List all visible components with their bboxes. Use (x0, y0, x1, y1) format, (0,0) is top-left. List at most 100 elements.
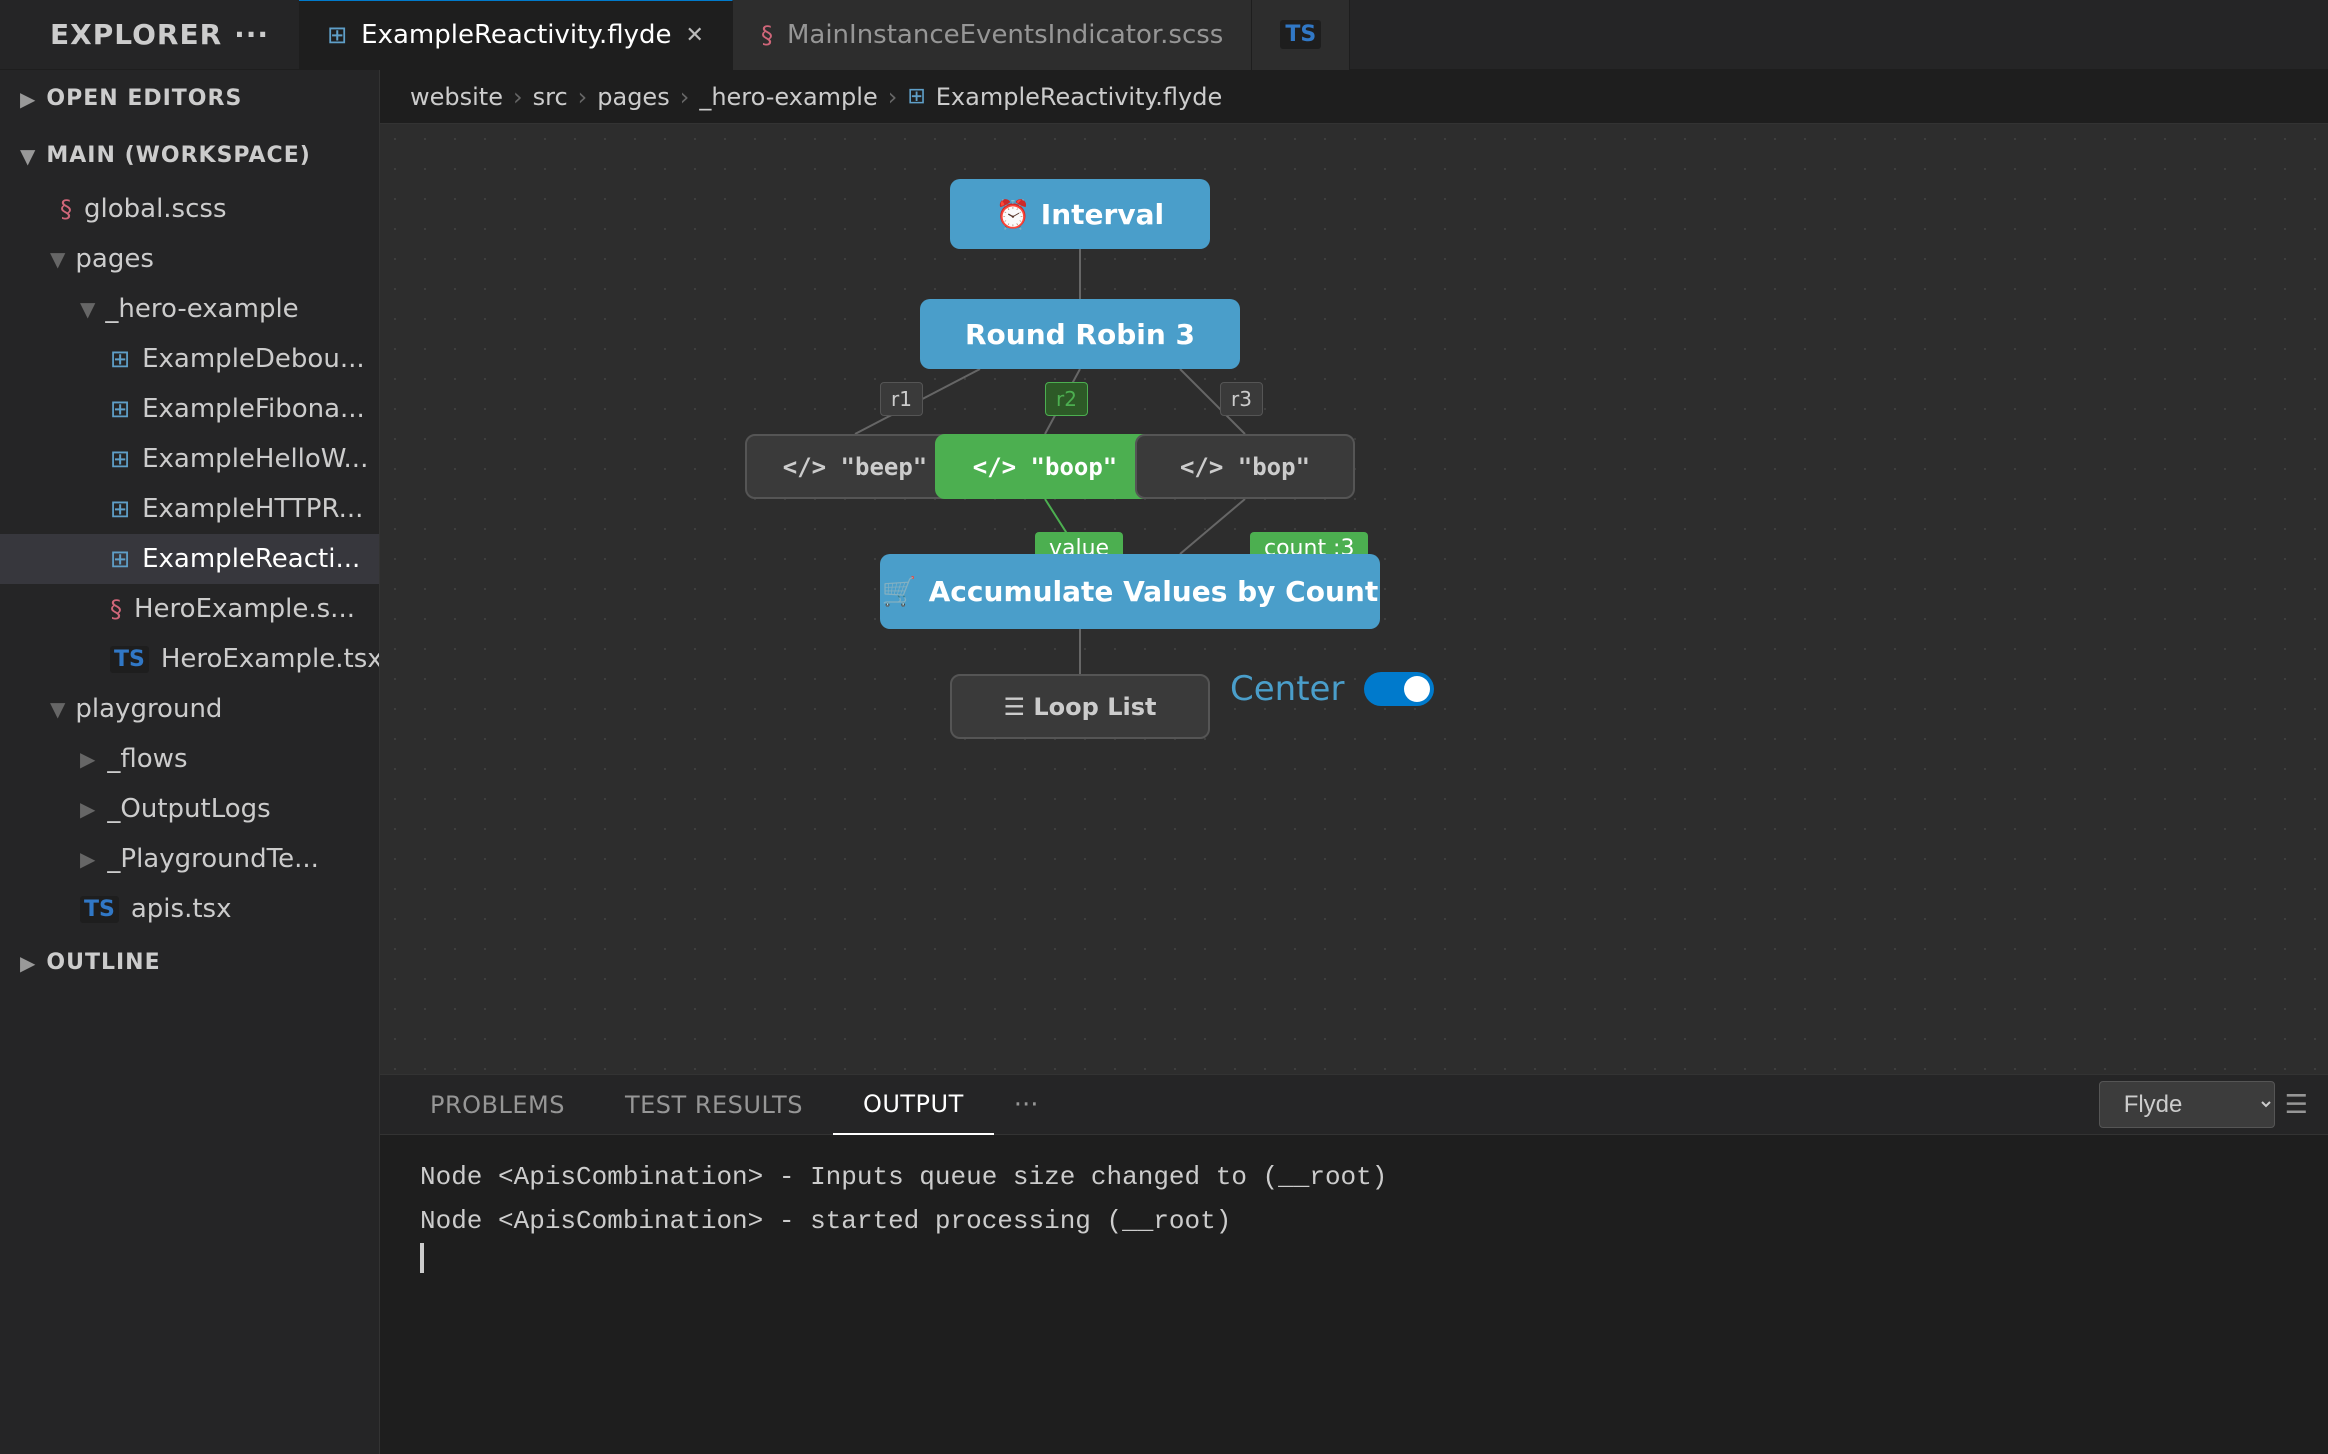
sidebar-item-pages[interactable]: ▼ pages (0, 234, 379, 284)
sidebar-item-label: ExampleDebou... (142, 344, 365, 374)
tab-main-instance[interactable]: § MainInstanceEventsIndicator.scss (733, 0, 1252, 70)
sidebar-item-label: global.scss (84, 194, 227, 224)
outline-section[interactable]: ▶ OUTLINE (0, 934, 379, 991)
bc-sep1: › (513, 83, 523, 111)
bop-label: </> "bop" (1180, 453, 1310, 481)
sidebar-item-apis-tsx[interactable]: TS apis.tsx (0, 884, 379, 934)
sidebar-item-example-hellow[interactable]: ⊞ ExampleHelloW... (0, 434, 379, 484)
sidebar-item-global-scss[interactable]: § global.scss (0, 184, 379, 234)
tab-flyde-icon: ⊞ (327, 21, 347, 49)
sidebar-item-playground[interactable]: ▼ playground (0, 684, 379, 734)
log-text-2: Node <ApisCombination> - started process… (420, 1199, 1231, 1243)
panel-more-button[interactable]: ··· (994, 1090, 1059, 1120)
tab-bar: EXPLORER ··· ⊞ ExampleReactivity.flyde ✕… (0, 0, 2328, 70)
bc-website: website (410, 83, 503, 111)
sidebar-item-flows[interactable]: ▶ _flows (0, 734, 379, 784)
sidebar-item-hero-example[interactable]: ▼ _hero-example (0, 284, 379, 334)
sidebar-item-label: ExampleFibona... (142, 394, 365, 424)
tab-example-reactivity[interactable]: ⊞ ExampleReactivity.flyde ✕ (299, 0, 733, 70)
editor-area: website › src › pages › _hero-example › … (380, 70, 2328, 1454)
sidebar: ▶ OPEN EDITORS ▼ MAIN (WORKSPACE) § glob… (0, 70, 380, 1454)
flyde-file-icon: ⊞ (110, 495, 130, 523)
node-bop[interactable]: </> "bop" (1135, 434, 1355, 499)
flyde-file-icon: ⊞ (110, 545, 130, 573)
output-source-select[interactable]: Flyde JavaScript TypeScript (2099, 1081, 2275, 1128)
tab-problems[interactable]: PROBLEMS (400, 1075, 595, 1135)
bottom-panel: PROBLEMS TEST RESULTS OUTPUT ··· Flyde J… (380, 1074, 2328, 1454)
main-content: ▶ OPEN EDITORS ▼ MAIN (WORKSPACE) § glob… (0, 70, 2328, 1454)
tab-label: ExampleReactivity.flyde (361, 20, 671, 50)
open-editors-section[interactable]: ▶ OPEN EDITORS (0, 70, 379, 127)
panel-tabs: PROBLEMS TEST RESULTS OUTPUT ··· Flyde J… (380, 1075, 2328, 1135)
flyde-file-icon: ⊞ (110, 395, 130, 423)
main-workspace-section[interactable]: ▼ MAIN (WORKSPACE) (0, 127, 379, 184)
breadcrumb: website › src › pages › _hero-example › … (380, 70, 2328, 124)
center-toggle[interactable] (1364, 672, 1434, 706)
sidebar-item-label: HeroExample.s... (134, 594, 355, 624)
bc-hero: _hero-example (699, 83, 877, 111)
open-editors-label: OPEN EDITORS (46, 86, 242, 111)
connector-r2: r2 (1045, 382, 1088, 416)
loop-list-label: ☰ Loop List (1004, 693, 1157, 721)
sidebar-item-label: ExampleHTTPR... (142, 494, 363, 524)
sidebar-item-outputlogs[interactable]: ▶ _OutputLogs (0, 784, 379, 834)
connector-r3: r3 (1220, 382, 1263, 416)
playground-arrow: ▼ (50, 697, 65, 721)
node-round-robin[interactable]: Round Robin 3 (920, 299, 1240, 369)
tab-ts-icon: TS (1280, 20, 1321, 49)
outline-arrow: ▶ (20, 951, 36, 975)
tab-close-button[interactable]: ✕ (686, 23, 704, 48)
node-boop[interactable]: </> "boop" (935, 434, 1155, 499)
sidebar-item-label: playground (75, 694, 222, 724)
scss-file-icon: § (110, 595, 122, 623)
sidebar-item-label: _hero-example (105, 294, 298, 324)
tab-scss-icon: § (761, 21, 773, 49)
flow-canvas[interactable]: ⏰ Interval Round Robin 3 r1 r2 r3 </> "b… (380, 124, 2328, 1074)
outline-label: OUTLINE (46, 950, 160, 975)
scss-file-icon: § (60, 195, 72, 223)
sidebar-item-example-reacti[interactable]: ⊞ ExampleReacti... (0, 534, 379, 584)
node-loop-list[interactable]: ☰ Loop List (950, 674, 1210, 739)
tab-output[interactable]: OUTPUT (833, 1075, 994, 1135)
explorer-label: EXPLORER (50, 18, 222, 51)
connector-r1: r1 (880, 382, 923, 416)
text-cursor (420, 1243, 424, 1273)
interval-icon: ⏰ (996, 198, 1031, 231)
sidebar-item-label: ExampleReacti... (142, 544, 360, 574)
explorer-more-button[interactable]: ··· (234, 18, 269, 51)
hero-example-arrow: ▼ (80, 297, 95, 321)
bc-file: ExampleReactivity.flyde (936, 83, 1222, 111)
accumulate-label: Accumulate Values by Count (929, 575, 1379, 608)
node-interval[interactable]: ⏰ Interval (950, 179, 1210, 249)
beep-label: </> "beep" (783, 453, 928, 481)
sidebar-item-example-debou[interactable]: ⊞ ExampleDebou... (0, 334, 379, 384)
log-cursor-line (420, 1243, 2288, 1273)
center-label: Center (1230, 669, 1344, 709)
sidebar-item-example-fibona[interactable]: ⊞ ExampleFibona... (0, 384, 379, 434)
sidebar-item-label: HeroExample.tsx (161, 644, 380, 674)
sidebar-item-label: pages (75, 244, 153, 274)
bc-src: src (533, 83, 568, 111)
workspace-label: MAIN (WORKSPACE) (46, 143, 310, 168)
ts-file-icon: TS (110, 646, 149, 673)
sidebar-item-playgroundte[interactable]: ▶ _PlaygroundTe... (0, 834, 379, 884)
bc-sep4: › (888, 83, 898, 111)
explorer-header: EXPLORER ··· (20, 18, 299, 51)
bc-sep3: › (680, 83, 690, 111)
sidebar-item-example-httpr[interactable]: ⊞ ExampleHTTPR... (0, 484, 379, 534)
tab-label: MainInstanceEventsIndicator.scss (787, 20, 1223, 50)
tab-test-results[interactable]: TEST RESULTS (595, 1075, 833, 1135)
sidebar-item-label: _OutputLogs (107, 794, 270, 824)
tab-ts[interactable]: TS (1252, 0, 1350, 70)
log-line-1: Node <ApisCombination> - Inputs queue si… (420, 1155, 2288, 1199)
sidebar-item-hero-example-s[interactable]: § HeroExample.s... (0, 584, 379, 634)
node-accumulate[interactable]: 🛒 Accumulate Values by Count (880, 554, 1380, 629)
bc-file-icon: ⊞ (907, 84, 925, 109)
flyde-file-icon: ⊞ (110, 445, 130, 473)
bc-sep2: › (578, 83, 588, 111)
wrap-icon[interactable]: ☰ (2285, 1090, 2308, 1120)
sidebar-item-hero-example-tsx[interactable]: TS HeroExample.tsx (0, 634, 379, 684)
sidebar-item-label: _flows (107, 744, 187, 774)
node-beep[interactable]: </> "beep" (745, 434, 965, 499)
flows-arrow: ▶ (80, 747, 95, 771)
